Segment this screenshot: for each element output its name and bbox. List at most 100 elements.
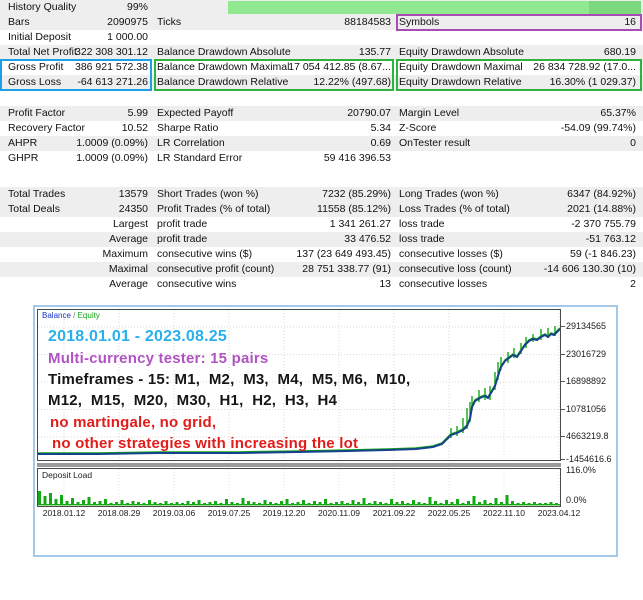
stat-value: 11558 (85.12%)	[317, 203, 391, 215]
table-row: AHPR 1.0009 (0.09%) LR Correlation 0.69 OnTe…	[0, 136, 643, 151]
stat-value: 1.0009 (0.09%)	[76, 137, 148, 149]
stat-value: 1 341 261.27	[329, 218, 391, 230]
y-axis-label: 29134565	[566, 321, 607, 331]
stat-value: Maximum	[102, 248, 148, 260]
x-axis-label: 2019.07.25	[207, 508, 251, 518]
table-row: Total Trades 13579 Short Trades (won %) 723…	[0, 187, 643, 202]
table-row: Largest profit trade 1 341 261.27 loss trad…	[0, 217, 643, 232]
history-quality-progress-segment	[589, 1, 641, 14]
stat-value: 13579	[118, 188, 148, 200]
stat-value: 10.52	[121, 122, 148, 134]
stat-value: Largest	[112, 218, 148, 230]
deposit-load-panel: Deposit Load	[37, 468, 561, 507]
main-plot-area: Balance / Equity 2018.01.01 - 2023.08.25…	[37, 309, 561, 461]
stat-value: 1.0009 (0.09%)	[76, 152, 148, 164]
stats-block-trades: Total Trades 13579 Short Trades (won %) 723…	[0, 187, 643, 292]
table-row: Maximum consecutive wins ($) 137 (23 649 4…	[0, 247, 643, 262]
stat-value: 16.30% (1 029.37)	[549, 76, 636, 88]
annotation-timeframes-line1: Timeframes - 15: M1, M2, M3, M4, M5, M6,…	[48, 371, 411, 388]
stat-value: -54.09 (99.74%)	[560, 122, 636, 134]
stat-value: 1 000.00	[107, 31, 148, 43]
x-axis-label: 2022.11.10	[483, 508, 525, 518]
chart-legend: Balance / Equity	[42, 311, 100, 321]
stat-value: 26 834 728.92 (17.0...	[533, 61, 636, 73]
table-row: Bars 2090975 Ticks 88184583 Symbols 16	[0, 15, 643, 30]
stat-value: 20790.07	[347, 107, 391, 119]
table-row: Initial Deposit 1 000.00	[0, 30, 643, 45]
stat-value: 2	[630, 278, 636, 290]
stat-value: 13	[379, 278, 391, 290]
stat-value: 6347 (84.92%)	[567, 188, 636, 200]
stat-value: -51 763.12	[585, 233, 636, 245]
stat-value: Average	[109, 278, 148, 290]
table-gap	[0, 166, 643, 187]
table-row: Total Deals 24350 Profit Trades (% of tota…	[0, 202, 643, 217]
annotation-no-other-strategies: no other strategies with increasing the …	[52, 435, 359, 452]
stat-value: -64 613 271.26	[77, 76, 148, 88]
x-axis-label: 2020.11.09	[318, 508, 360, 518]
y-axis-label: 16898892	[566, 376, 607, 386]
annotation-no-martingale: no martingale, no grid,	[50, 414, 217, 431]
chart-splitter	[37, 463, 561, 467]
stat-value: 0.69	[370, 137, 391, 149]
x-axis-label: 2021.09.22	[372, 508, 416, 518]
stat-value: 5.34	[370, 122, 391, 134]
stat-value: 2090975	[107, 16, 148, 28]
annotation-multicurrency-tester: Multi-currency tester: 15 pairs	[48, 350, 269, 367]
stat-value: 680.19	[603, 46, 636, 58]
stat-value: 24350	[118, 203, 148, 215]
stat-value: 386 921 572.38	[75, 61, 148, 73]
table-row: GHPR 1.0009 (0.09%) LR Standard Error 59 41…	[0, 151, 643, 166]
y-axis-label: 23016729	[566, 348, 607, 359]
table-row: Gross Profit 386 921 572.38 Balance Drawdo…	[0, 60, 643, 75]
x-axis-label: 2018.08.29	[97, 508, 141, 518]
stat-value: 59 416 396.53	[323, 152, 391, 164]
stat-value: 88184583	[344, 16, 391, 28]
stat-value: 33 476.52	[344, 233, 391, 245]
stat-value: 137 (23 649 493.45)	[296, 248, 391, 260]
stat-value: 65.37%	[600, 107, 636, 119]
table-row: Recovery Factor 10.52 Sharpe Ratio 5.34 Z-Sc…	[0, 121, 643, 136]
table-gap	[0, 90, 643, 106]
history-quality-progress-bar	[228, 1, 641, 14]
stat-value: 28 751 338.77 (91)	[302, 263, 391, 275]
stat-value: 135.77	[358, 46, 391, 58]
table-row: Profit Factor 5.99 Expected Payoff 20790.07…	[0, 106, 643, 121]
stat-value: 7232 (85.29%)	[322, 188, 391, 200]
stat-value: -14 606 130.30 (10)	[543, 263, 636, 275]
stat-value: 0	[630, 137, 636, 149]
stats-table: History Quality 99% Bars 2090975 Ticks 881845…	[0, 0, 643, 292]
deposit-load-max-label: 116.0%	[566, 465, 596, 475]
stat-value: -2 370 755.79	[571, 218, 636, 230]
y-axis-label: -1454616.6	[566, 454, 612, 464]
table-row: Average consecutive wins 13 consecutive los…	[0, 277, 643, 292]
table-row: Average profit trade 33 476.52 loss trade -5…	[0, 232, 643, 247]
stat-value: 2021 (14.88%)	[567, 203, 636, 215]
y-axis-label: 4663219.8	[566, 431, 609, 441]
x-axis-label: 2019.12.20	[262, 508, 306, 518]
stat-value: 12.22% (497.68)	[313, 76, 391, 88]
x-axis-label: 2019.03.06	[152, 508, 196, 518]
y-axis-label: 10781056	[566, 403, 607, 414]
stat-value: Average	[109, 233, 148, 245]
strategy-tester-report: History Quality 99% Bars 2090975 Ticks 881845…	[0, 0, 643, 600]
x-axis-label: 2018.01.12	[42, 508, 86, 518]
deposit-load-min-label: 0.0%	[566, 495, 587, 505]
stats-block-ratios: Profit Factor 5.99 Expected Payoff 20790.07…	[0, 106, 643, 166]
stat-value: 59 (-1 846.23)	[570, 248, 636, 260]
stat-value: 99%	[126, 1, 148, 13]
y-axis-tick	[561, 326, 565, 327]
legend-equity-label: Equity	[77, 311, 100, 320]
annotation-test-period: 2018.01.01 - 2023.08.25	[48, 328, 227, 345]
table-row: Maximal consecutive profit (count) 28 751 …	[0, 262, 643, 277]
legend-balance-label: Balance	[42, 311, 71, 320]
balance-equity-chart: Balance / Equity 2018.01.01 - 2023.08.25…	[33, 305, 618, 557]
deposit-load-label: Deposit Load	[42, 470, 93, 480]
stat-value: 17 054 412.85 (8.67...	[288, 61, 391, 73]
stat-value: 5.99	[127, 107, 148, 119]
x-axis-label: 2022.05.25	[427, 508, 471, 518]
stat-value: 322 308 301.12	[75, 46, 148, 58]
x-axis-label: 2023.04.12	[537, 508, 581, 518]
table-row: Gross Loss -64 613 271.26 Balance Drawdown…	[0, 75, 643, 90]
annotation-timeframes-line2: M12, M15, M20, M30, H1, H2, H3, H4	[48, 392, 338, 409]
